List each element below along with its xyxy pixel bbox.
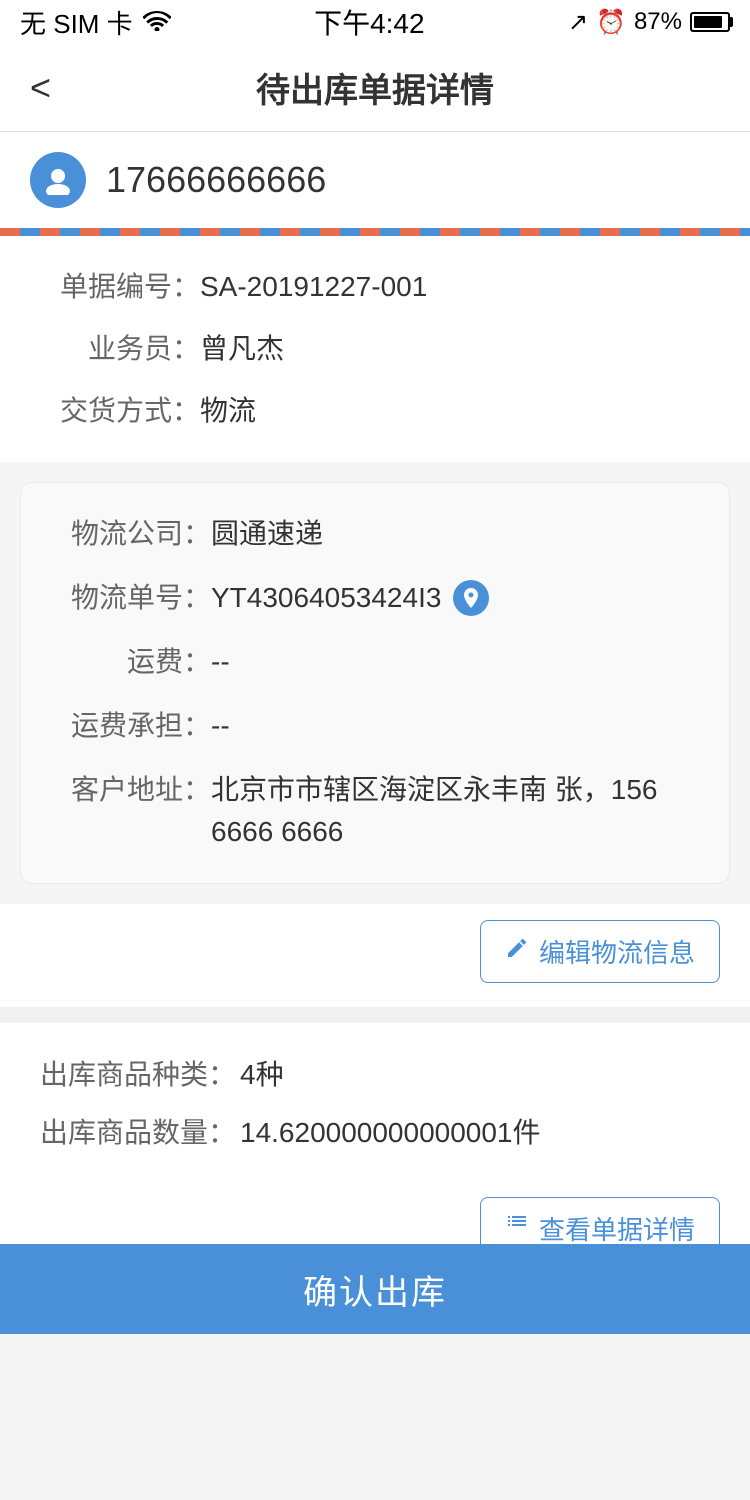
edit-logistics-button[interactable]: 编辑物流信息 (480, 920, 720, 983)
logistics-freight-bearer-label: 运费承担： (51, 705, 211, 747)
customer-phone: 17666666666 (106, 159, 326, 201)
document-no-value: SA-20191227-001 (200, 266, 710, 308)
tracking-no-text: YT43064053424I3 (211, 577, 441, 619)
logistics-company-label: 物流公司： (51, 513, 211, 555)
salesperson-label: 业务员： (40, 328, 200, 370)
goods-section: 出库商品种类： 4种 出库商品数量： 14.620000000000001件 (0, 1023, 750, 1181)
goods-type-value: 4种 (240, 1053, 284, 1093)
goods-type-row: 出库商品种类： 4种 (40, 1053, 710, 1093)
goods-quantity-label: 出库商品数量： (40, 1111, 240, 1151)
goods-quantity-value: 14.620000000000001件 (240, 1111, 541, 1151)
delivery-method-value: 物流 (200, 390, 710, 432)
goods-type-label: 出库商品种类： (40, 1053, 240, 1093)
status-right: ↗ ⏰ 87% (568, 8, 730, 37)
logistics-tracking-value: YT43064053424I3 (211, 577, 699, 619)
map-pin-icon[interactable] (453, 580, 489, 616)
confirm-btn-text: 确认出库 (303, 1265, 447, 1314)
edit-logistics-label: 编辑物流信息 (539, 933, 695, 970)
logistics-address-label: 客户地址： (51, 769, 211, 811)
basic-info-section: 单据编号： SA-20191227-001 业务员： 曾凡杰 交货方式： 物流 (0, 236, 750, 462)
logistics-tracking-label: 物流单号： (51, 577, 211, 619)
dashed-divider (0, 228, 750, 236)
status-left: 无 SIM 卡 (20, 4, 171, 41)
status-bar: 无 SIM 卡 下午4:42 ↗ ⏰ 87% (0, 0, 750, 44)
battery-icon (690, 12, 730, 32)
back-button[interactable]: < (30, 67, 51, 109)
section-separator (0, 1007, 750, 1023)
view-detail-label: 查看单据详情 (539, 1210, 695, 1247)
logistics-freight-value: -- (211, 641, 699, 683)
avatar (30, 152, 86, 208)
page-title: 待出库单据详情 (256, 63, 494, 112)
logistics-company-row: 物流公司： 圆通速递 (51, 513, 699, 555)
confirm-btn-bar[interactable]: 确认出库 (0, 1244, 750, 1334)
logistics-card: 物流公司： 圆通速递 物流单号： YT43064053424I3 运费： -- … (20, 482, 730, 884)
logistics-freight-bearer-value: -- (211, 705, 699, 747)
nav-bar: < 待出库单据详情 (0, 44, 750, 132)
battery-percent: 87% (634, 8, 682, 36)
salesperson-row: 业务员： 曾凡杰 (40, 328, 710, 370)
carrier-text: 无 SIM 卡 (20, 4, 133, 41)
logistics-company-value: 圆通速递 (211, 513, 699, 555)
logistics-address-row: 客户地址： 北京市市辖区海淀区永丰南 张，156 6666 6666 (51, 769, 699, 853)
customer-row: 17666666666 (0, 132, 750, 228)
list-icon (505, 1213, 529, 1244)
logistics-address-value: 北京市市辖区海淀区永丰南 张，156 6666 6666 (211, 769, 699, 853)
logistics-tracking-row: 物流单号： YT43064053424I3 (51, 577, 699, 619)
edit-icon (505, 936, 529, 967)
delivery-method-label: 交货方式： (40, 390, 200, 432)
edit-btn-row: 编辑物流信息 (0, 904, 750, 1007)
document-no-row: 单据编号： SA-20191227-001 (40, 266, 710, 308)
status-time: 下午4:42 (314, 2, 425, 42)
logistics-freight-bearer-row: 运费承担： -- (51, 705, 699, 747)
logistics-freight-row: 运费： -- (51, 641, 699, 683)
salesperson-value: 曾凡杰 (200, 328, 710, 370)
wifi-icon (143, 7, 171, 38)
location-status-icon: ↗ (568, 8, 588, 37)
document-no-label: 单据编号： (40, 266, 200, 308)
delivery-method-row: 交货方式： 物流 (40, 390, 710, 432)
goods-quantity-row: 出库商品数量： 14.620000000000001件 (40, 1111, 710, 1151)
logistics-freight-label: 运费： (51, 641, 211, 683)
alarm-icon: ⏰ (596, 8, 626, 37)
